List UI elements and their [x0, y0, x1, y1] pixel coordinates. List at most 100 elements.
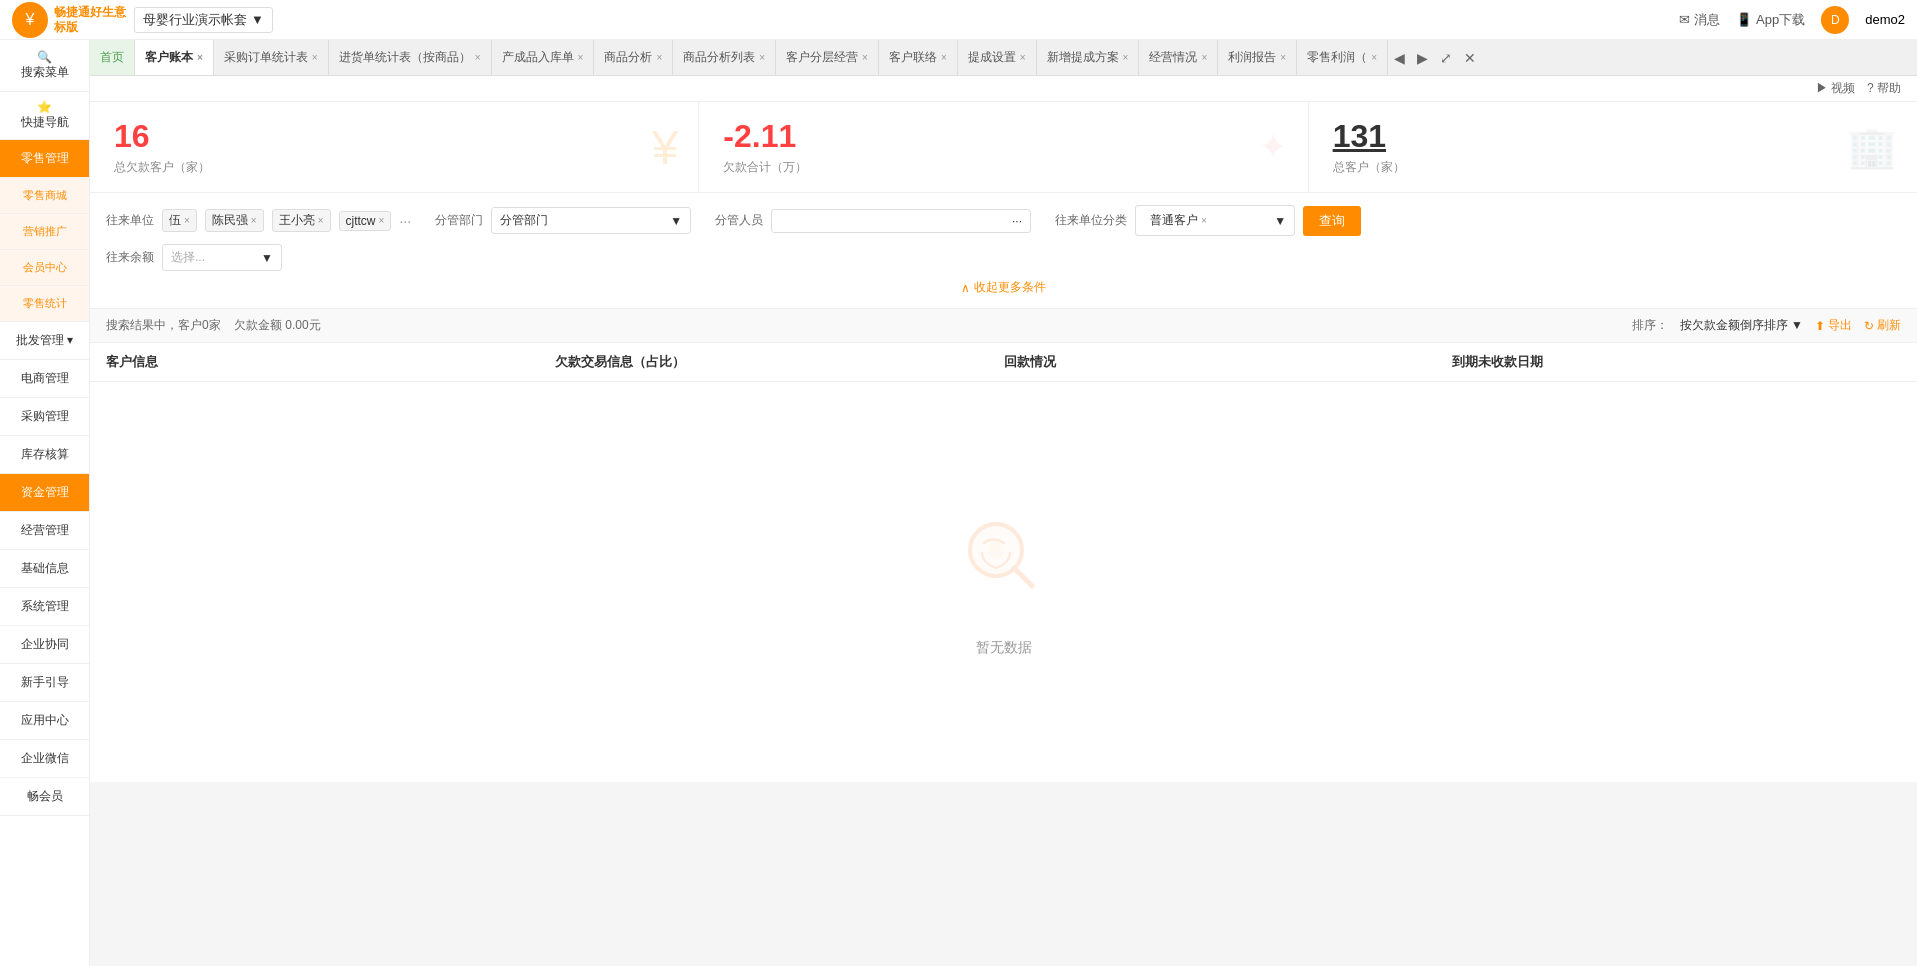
stat-overdue-amount: ✦ -2.11 欠款合计（万） [699, 102, 1308, 192]
close-tab-product-analysis-list[interactable]: × [759, 52, 765, 63]
dept-selector[interactable]: 分管部门 ▼ [491, 207, 691, 234]
sidebar-item-retail-mgmt[interactable]: 零售管理 [0, 140, 89, 178]
close-tab-produce-inbound[interactable]: × [578, 52, 584, 63]
close-tab-profit-report[interactable]: × [1280, 52, 1286, 63]
sort-label: 排序： [1632, 317, 1668, 334]
filter-tag-wang[interactable]: 王小亮 × [272, 209, 331, 232]
filter-tag-chen[interactable]: 陈民强 × [205, 209, 264, 232]
sidebar-item-vip-member[interactable]: 畅会员 [0, 778, 89, 816]
help-link[interactable]: ? 帮助 [1867, 80, 1901, 97]
filter-area: 往来单位 伍 × 陈民强 × 王小亮 × [90, 193, 1917, 309]
sidebar-item-retail-stats[interactable]: 零售统计 [0, 286, 89, 322]
sidebar-item-batch-mgmt[interactable]: 批发管理 ▾ [0, 322, 89, 360]
tab-new-promotion[interactable]: 新增提成方案 × [1037, 40, 1140, 75]
tab-close-all[interactable]: ✕ [1458, 40, 1482, 75]
remove-tag-chen[interactable]: × [251, 215, 257, 226]
page-helpers: ▶ 视频 ? 帮助 [90, 76, 1917, 102]
sidebar-item-member-center[interactable]: 会员中心 [0, 250, 89, 286]
total-customers-value: 131 [1333, 118, 1893, 155]
sidebar-item-operations[interactable]: 经营管理 [0, 512, 89, 550]
sidebar-item-enterprise-collab[interactable]: 企业协同 [0, 626, 89, 664]
filter-row-2: 往来余额 选择... ▼ [106, 244, 1901, 271]
tab-business-situation[interactable]: 经营情况 × [1139, 40, 1218, 75]
sidebar-item-system-mgmt[interactable]: 系统管理 [0, 588, 89, 626]
sidebar-item-finance[interactable]: 资金管理 [0, 474, 89, 512]
empty-icon [954, 508, 1054, 627]
balance-dropdown-icon: ▼ [261, 251, 273, 265]
filter-tag-cjttcw[interactable]: cjttcw × [339, 211, 392, 231]
video-link[interactable]: ▶ 视频 [1816, 80, 1855, 97]
tab-profit-report[interactable]: 利润报告 × [1218, 40, 1297, 75]
collapse-icon: ∧ [961, 281, 970, 295]
dept-dropdown-icon: ▼ [670, 214, 682, 228]
remove-tag-cjttcw[interactable]: × [379, 215, 385, 226]
tab-customer-segment[interactable]: 客户分层经营 × [776, 40, 879, 75]
user-name[interactable]: demo2 [1865, 12, 1905, 27]
top-bar: ¥ 畅捷通好生意 标版 母婴行业演示帐套 ▼ ✉ 消息 📱 App下载 D de… [0, 0, 1917, 40]
stats-row: ¥ 16 总欠款客户（家） ✦ -2.11 欠款合计（万） 🏢 131 总客户（… [90, 102, 1917, 193]
tab-promotion-settings[interactable]: 提成设置 × [958, 40, 1037, 75]
tab-product-analysis[interactable]: 商品分析 × [594, 40, 673, 75]
tab-scroll-right[interactable]: ▶ [1411, 40, 1434, 75]
tab-produce-inbound[interactable]: 产成品入库单 × [492, 40, 595, 75]
sidebar-item-ecommerce[interactable]: 电商管理 [0, 360, 89, 398]
filter-more-tags[interactable]: ··· [399, 213, 411, 229]
results-summary: 搜索结果中，客户0家 欠款金额 0.00元 [106, 317, 321, 334]
person-selector[interactable]: ··· [771, 209, 1031, 233]
tab-customer-contact[interactable]: 客户联络 × [879, 40, 958, 75]
remove-tag-normal[interactable]: × [1201, 215, 1207, 226]
export-button[interactable]: ⬆ 导出 [1815, 317, 1852, 334]
tab-inbound-stats[interactable]: 进货单统计表（按商品） × [329, 40, 492, 75]
table-header: 客户信息 欠款交易信息（占比） 回款情况 到期未收款日期 [90, 343, 1917, 382]
sort-selector[interactable]: 按欠款金额倒序排序 ▼ [1680, 317, 1803, 334]
close-tab-inbound-stats[interactable]: × [475, 52, 481, 63]
close-tab-retail-profit[interactable]: × [1371, 52, 1377, 63]
sidebar-item-new-guide[interactable]: 新手引导 [0, 664, 89, 702]
messages-button[interactable]: ✉ 消息 [1679, 11, 1720, 29]
sidebar-item-marketing[interactable]: 营销推广 [0, 214, 89, 250]
overdue-customers-icon: ¥ [652, 120, 679, 175]
main-layout: 🔍 搜索菜单 ⭐ 快捷导航 零售管理 零售商城 营销推广 会员中心 零售统计 批… [0, 40, 1917, 966]
remove-tag-wang[interactable]: × [318, 215, 324, 226]
remove-tag-wu[interactable]: × [184, 215, 190, 226]
unit-class-selector[interactable]: 普通客户 × ▼ [1135, 205, 1295, 236]
sidebar-item-basic-info[interactable]: 基础信息 [0, 550, 89, 588]
dropdown-icon: ▼ [251, 12, 264, 27]
close-tab-purchase-order[interactable]: × [312, 52, 318, 63]
sidebar-item-retail-mall[interactable]: 零售商城 [0, 178, 89, 214]
close-tab-promotion-settings[interactable]: × [1020, 52, 1026, 63]
sidebar-item-app-center[interactable]: 应用中心 [0, 702, 89, 740]
close-tab-new-promotion[interactable]: × [1123, 52, 1129, 63]
tab-product-analysis-list[interactable]: 商品分析列表 × [673, 40, 776, 75]
close-tab-customer-segment[interactable]: × [862, 52, 868, 63]
sidebar-item-enterprise-wechat[interactable]: 企业微信 [0, 740, 89, 778]
unit-label: 往来单位 [106, 212, 154, 229]
balance-selector[interactable]: 选择... ▼ [162, 244, 282, 271]
tab-maximize[interactable]: ⤢ [1434, 40, 1458, 75]
filter-row-1: 往来单位 伍 × 陈民强 × 王小亮 × [106, 205, 1901, 236]
sidebar-item-inventory[interactable]: 库存核算 [0, 436, 89, 474]
app-download-button[interactable]: 📱 App下载 [1736, 11, 1805, 29]
col-debt-info: 欠款交易信息（占比） [555, 353, 1004, 371]
sidebar-item-purchase-mgmt[interactable]: 采购管理 [0, 398, 89, 436]
tab-home[interactable]: 首页 [90, 40, 135, 75]
close-tab-business-situation[interactable]: × [1201, 52, 1207, 63]
account-selector[interactable]: 母婴行业演示帐套 ▼ [134, 7, 273, 33]
tab-retail-profit[interactable]: 零售利润（ × [1297, 40, 1388, 75]
sidebar-item-quick-nav[interactable]: ⭐ 快捷导航 [0, 92, 89, 140]
stat-overdue-customers: ¥ 16 总欠款客户（家） [90, 102, 699, 192]
close-tab-customer-book[interactable]: × [197, 52, 203, 63]
query-button[interactable]: 查询 [1303, 206, 1361, 236]
filter-tag-wu[interactable]: 伍 × [162, 209, 197, 232]
refresh-button[interactable]: ↻ 刷新 [1864, 317, 1901, 334]
close-tab-product-analysis[interactable]: × [656, 52, 662, 63]
sidebar-item-search-menu[interactable]: 🔍 搜索菜单 [0, 40, 89, 92]
filter-tag-normal-customer[interactable]: 普通客户 × [1144, 210, 1213, 231]
tab-purchase-order[interactable]: 采购订单统计表 × [214, 40, 329, 75]
close-tab-customer-contact[interactable]: × [941, 52, 947, 63]
user-avatar[interactable]: D [1821, 6, 1849, 34]
tab-customer-book[interactable]: 客户账本 × [135, 40, 214, 75]
overdue-customers-label: 总欠款客户（家） [114, 159, 674, 176]
tab-scroll-left[interactable]: ◀ [1388, 40, 1411, 75]
collapse-button[interactable]: ∧ 收起更多条件 [106, 279, 1901, 296]
